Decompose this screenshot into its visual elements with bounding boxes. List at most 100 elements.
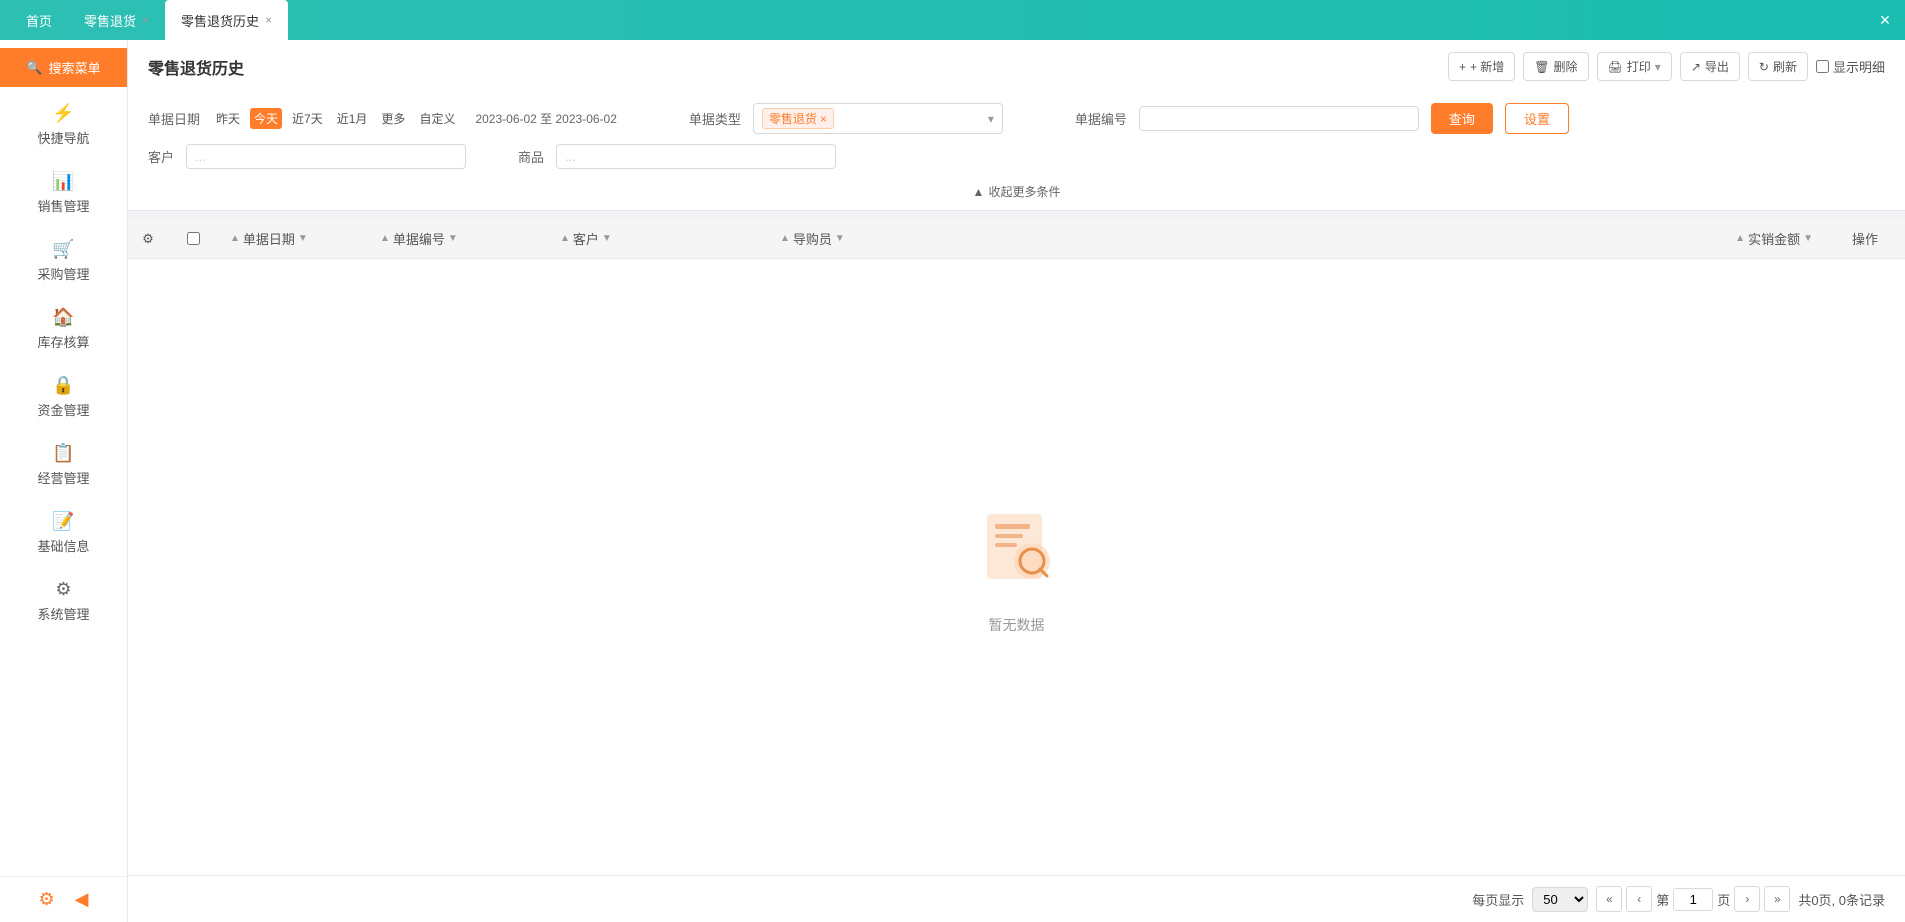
tab-retail-return-label: 零售退货 [84, 11, 136, 30]
date-opt-today[interactable]: 今天 [250, 108, 282, 129]
last-page-button[interactable]: » [1764, 886, 1790, 912]
new-icon: + [1459, 60, 1466, 74]
sidebar-search[interactable]: 🔍 搜索菜单 [0, 48, 127, 87]
th-check [168, 232, 218, 245]
settings-button[interactable]: 设置 [1505, 103, 1569, 134]
query-button[interactable]: 查询 [1431, 103, 1493, 134]
sort-amount-asc[interactable]: ▲ [1735, 233, 1745, 244]
type-chevron-icon: ▾ [988, 112, 994, 126]
show-detail-checkbox[interactable] [1816, 60, 1829, 73]
search-icon: 🔍 [26, 60, 42, 76]
print-button[interactable]: 🖨 打印 ▾ [1597, 52, 1672, 81]
sort-guide-desc[interactable]: ▼ [835, 233, 845, 244]
goods-filter-input[interactable] [556, 144, 836, 169]
th-amount: ▲ 实销金额 ▼ [948, 229, 1825, 248]
collapse-row: ▲ 收起更多条件 [148, 179, 1885, 210]
tab-home[interactable]: 首页 [10, 0, 68, 40]
type-filter-select[interactable]: 零售退货 × ▾ [753, 103, 1003, 134]
sort-amount-desc[interactable]: ▼ [1803, 233, 1813, 244]
page-header: 零售退货历史 + + 新增 🗑 删除 🖨 打印 ▾ [128, 40, 1905, 211]
type-tag: 零售退货 × [762, 108, 834, 129]
tab-list: 首页 零售退货 × 零售退货历史 × [10, 0, 1865, 40]
th-amount-label: 实销金额 [1748, 229, 1800, 248]
filter-row-1: 单据日期 昨天 今天 近7天 近1月 更多 自定义 2023-06-02 至 2… [148, 103, 1885, 134]
sort-customer-desc[interactable]: ▼ [602, 233, 612, 244]
date-opt-yesterday[interactable]: 昨天 [212, 108, 244, 129]
sort-code-desc[interactable]: ▼ [448, 233, 458, 244]
sort-code-asc[interactable]: ▲ [380, 233, 390, 244]
next-page-button[interactable]: › [1734, 886, 1760, 912]
print-icon: 🖨 [1608, 60, 1623, 74]
select-all-checkbox[interactable] [187, 232, 200, 245]
docno-filter-input[interactable] [1139, 106, 1419, 131]
th-action-label: 操作 [1852, 229, 1878, 248]
date-filter-label: 单据日期 [148, 109, 200, 128]
sidebar-item-system[interactable]: ⚙ 系统管理 [0, 567, 127, 635]
date-opt-custom[interactable]: 自定义 [415, 108, 459, 129]
sort-customer-asc[interactable]: ▲ [560, 233, 570, 244]
refresh-icon: ↻ [1759, 60, 1769, 74]
sidebar-settings-icon[interactable]: ⚙ [39, 889, 55, 910]
date-opt-7days[interactable]: 近7天 [288, 108, 327, 129]
page-nav: « ‹ 第 页 › » [1596, 886, 1790, 912]
tab-retail-return[interactable]: 零售退货 × [68, 0, 165, 40]
prev-page-button[interactable]: ‹ [1626, 886, 1652, 912]
sort-guide-asc[interactable]: ▲ [780, 233, 790, 244]
export-icon: ↗ [1691, 60, 1701, 74]
tab-retail-return-history-close[interactable]: × [265, 13, 272, 27]
toolbar: + + 新增 🗑 删除 🖨 打印 ▾ ↗ 导出 [1448, 52, 1885, 81]
type-tag-label: 零售退货 [769, 110, 817, 127]
sidebar-item-operation-label: 经营管理 [37, 468, 89, 487]
total-label: 共0页, 0条记录 [1798, 890, 1885, 909]
top-bar: 首页 零售退货 × 零售退货历史 × × [0, 0, 1905, 40]
sidebar-item-basic[interactable]: 📝 基础信息 [0, 499, 127, 567]
refresh-button[interactable]: ↻ 刷新 [1748, 52, 1808, 81]
date-opt-1month[interactable]: 近1月 [333, 108, 372, 129]
new-label: + 新增 [1470, 58, 1504, 75]
type-tag-close[interactable]: × [820, 112, 827, 126]
first-page-button[interactable]: « [1596, 886, 1622, 912]
customer-filter-input[interactable] [186, 144, 466, 169]
page-number-input[interactable] [1673, 888, 1713, 911]
sidebar-item-quick-nav[interactable]: ⚡ 快捷导航 [0, 91, 127, 159]
filter-row-2: 客户 商品 [148, 144, 1885, 169]
sales-icon: 📊 [52, 171, 74, 192]
sidebar-item-inventory[interactable]: 🏠 库存核算 [0, 295, 127, 363]
basic-icon: 📝 [52, 511, 74, 532]
sort-date-asc[interactable]: ▲ [230, 233, 240, 244]
table-settings-icon[interactable]: ⚙ [128, 231, 168, 247]
customer-filter-label: 客户 [148, 147, 174, 166]
table-area: ⚙ ▲ 单据日期 ▼ ▲ 单据编号 ▼ ▲ 客户 ▼ [128, 219, 1905, 875]
empty-text: 暂无数据 [989, 615, 1045, 635]
sidebar-item-finance[interactable]: 🔒 资金管理 [0, 363, 127, 431]
refresh-label: 刷新 [1773, 58, 1797, 75]
pagination-bar: 每页显示 50 10 20 100 « ‹ 第 页 › » 共0页, 0条记录 [128, 875, 1905, 922]
collapse-button[interactable]: ▲ 收起更多条件 [973, 183, 1061, 200]
delete-label: 删除 [1554, 58, 1578, 75]
date-opt-more[interactable]: 更多 [377, 108, 409, 129]
sidebar-collapse-icon[interactable]: ◀ [75, 889, 89, 910]
sidebar-item-sales[interactable]: 📊 销售管理 [0, 159, 127, 227]
sort-date-desc[interactable]: ▼ [298, 233, 308, 244]
tab-retail-return-history[interactable]: 零售退货历史 × [165, 0, 288, 40]
sidebar-search-label: 搜索菜单 [49, 58, 101, 77]
sidebar-bottom: ⚙ ◀ [0, 876, 127, 922]
new-button[interactable]: + + 新增 [1448, 52, 1515, 81]
page-size-select[interactable]: 50 10 20 100 [1532, 887, 1588, 912]
sidebar-item-basic-label: 基础信息 [37, 536, 89, 555]
quick-nav-icon: ⚡ [52, 103, 74, 124]
window-close-button[interactable]: × [1865, 0, 1905, 40]
th-code: ▲ 单据编号 ▼ [368, 229, 548, 248]
docno-filter-label: 单据编号 [1075, 109, 1127, 128]
export-label: 导出 [1705, 58, 1729, 75]
empty-state: 暂无数据 [128, 259, 1905, 875]
sidebar-item-purchase[interactable]: 🛒 采购管理 [0, 227, 127, 295]
export-button[interactable]: ↗ 导出 [1680, 52, 1740, 81]
date-range-display: 2023-06-02 至 2023-06-02 [475, 110, 616, 127]
sidebar-item-inventory-label: 库存核算 [37, 332, 89, 351]
show-detail-checkbox-label[interactable]: 显示明细 [1816, 57, 1885, 76]
sidebar-item-operation[interactable]: 📋 经营管理 [0, 431, 127, 499]
sidebar-item-finance-label: 资金管理 [37, 400, 89, 419]
tab-retail-return-close[interactable]: × [142, 13, 149, 27]
delete-button[interactable]: 🗑 删除 [1523, 52, 1588, 81]
